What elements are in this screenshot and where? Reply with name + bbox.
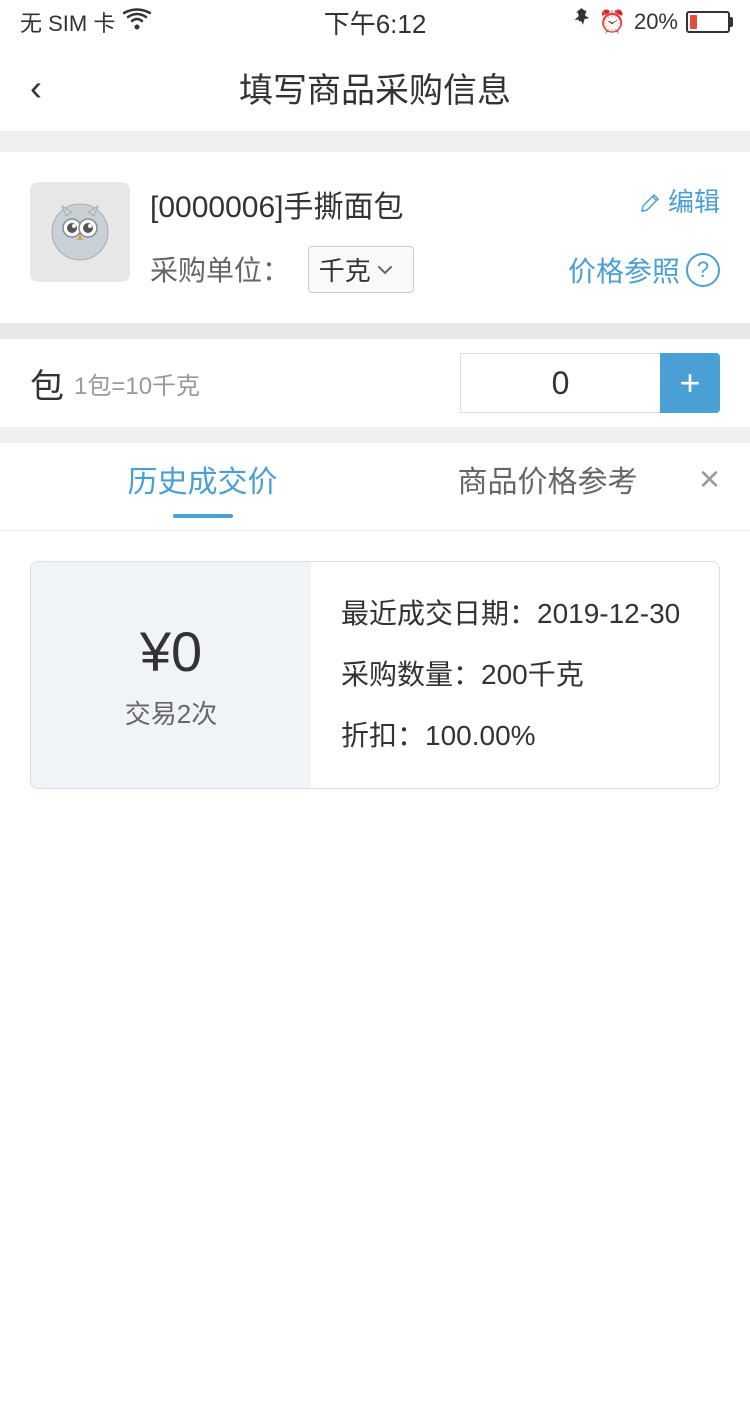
status-right: ⏰ 20%	[571, 7, 730, 37]
tab-product-price[interactable]: 商品价格参考	[375, 457, 720, 517]
unit-section: 采购单位： 千克	[150, 246, 414, 293]
back-button[interactable]: ‹	[30, 67, 42, 109]
nav-bar: ‹ 填写商品采购信息	[0, 44, 750, 132]
bao-unit-label: 包	[30, 359, 64, 408]
status-bar: 无 SIM 卡 下午6:12 ⏰ 20%	[0, 0, 750, 44]
nav-title: 填写商品采购信息	[239, 63, 511, 112]
unit-select[interactable]: 千克	[308, 246, 414, 293]
status-left: 无 SIM 卡	[20, 6, 151, 38]
edit-button[interactable]: 编辑	[640, 182, 720, 219]
battery-percent: 20%	[634, 9, 678, 35]
tab-close-button[interactable]: ×	[699, 458, 720, 516]
product-image	[30, 182, 130, 282]
product-card: [0000006]手撕面包 编辑 采购单位： 千克 价格	[0, 152, 750, 323]
battery-icon	[686, 11, 730, 33]
product-header: [0000006]手撕面包 编辑	[150, 182, 720, 226]
bao-conversion-label: 1包=10千克	[74, 366, 200, 401]
divider	[0, 323, 750, 339]
product-unit-row: 采购单位： 千克 价格参照 ?	[150, 246, 720, 293]
status-time: 下午6:12	[324, 4, 427, 41]
history-content: ¥0 交易2次 最近成交日期：2019-12-30 采购数量：200千克 折扣：…	[0, 531, 750, 819]
price-transactions: 交易2次	[125, 694, 217, 731]
product-info: [0000006]手撕面包 编辑 采购单位： 千克 价格	[150, 182, 720, 293]
quantity-label: 包 1包=10千克	[30, 359, 200, 408]
price-ref-help-icon: ?	[686, 253, 720, 287]
empty-area	[0, 819, 750, 1419]
carrier-text: 无 SIM 卡	[20, 6, 115, 38]
quantity-input-group: 0 +	[460, 353, 720, 413]
price-left: ¥0 交易2次	[31, 562, 311, 788]
wifi-icon	[123, 8, 151, 36]
price-card: ¥0 交易2次 最近成交日期：2019-12-30 采购数量：200千克 折扣：…	[30, 561, 720, 789]
location-icon	[571, 7, 591, 37]
price-amount: ¥0	[140, 619, 202, 684]
tab-row: 历史成交价 商品价格参考 ×	[0, 443, 750, 531]
price-detail-quantity: 采购数量：200千克	[341, 653, 689, 698]
price-detail-date: 最近成交日期：2019-12-30	[341, 592, 689, 637]
product-name: [0000006]手撕面包	[150, 182, 403, 226]
quantity-input[interactable]: 0	[460, 353, 660, 413]
unit-label: 采购单位：	[150, 255, 290, 286]
alarm-icon: ⏰	[599, 9, 626, 35]
bottom-panel: 历史成交价 商品价格参考 × ¥0 交易2次 最近成交日期：2019-12-30…	[0, 443, 750, 1419]
price-right: 最近成交日期：2019-12-30 采购数量：200千克 折扣：100.00%	[311, 562, 719, 788]
price-detail-discount: 折扣：100.00%	[341, 714, 689, 759]
tab-history-price[interactable]: 历史成交价	[30, 457, 375, 517]
quantity-plus-button[interactable]: +	[660, 353, 720, 413]
price-ref-button[interactable]: 价格参照 ?	[568, 250, 720, 290]
quantity-row: 包 1包=10千克 0 +	[0, 339, 750, 427]
